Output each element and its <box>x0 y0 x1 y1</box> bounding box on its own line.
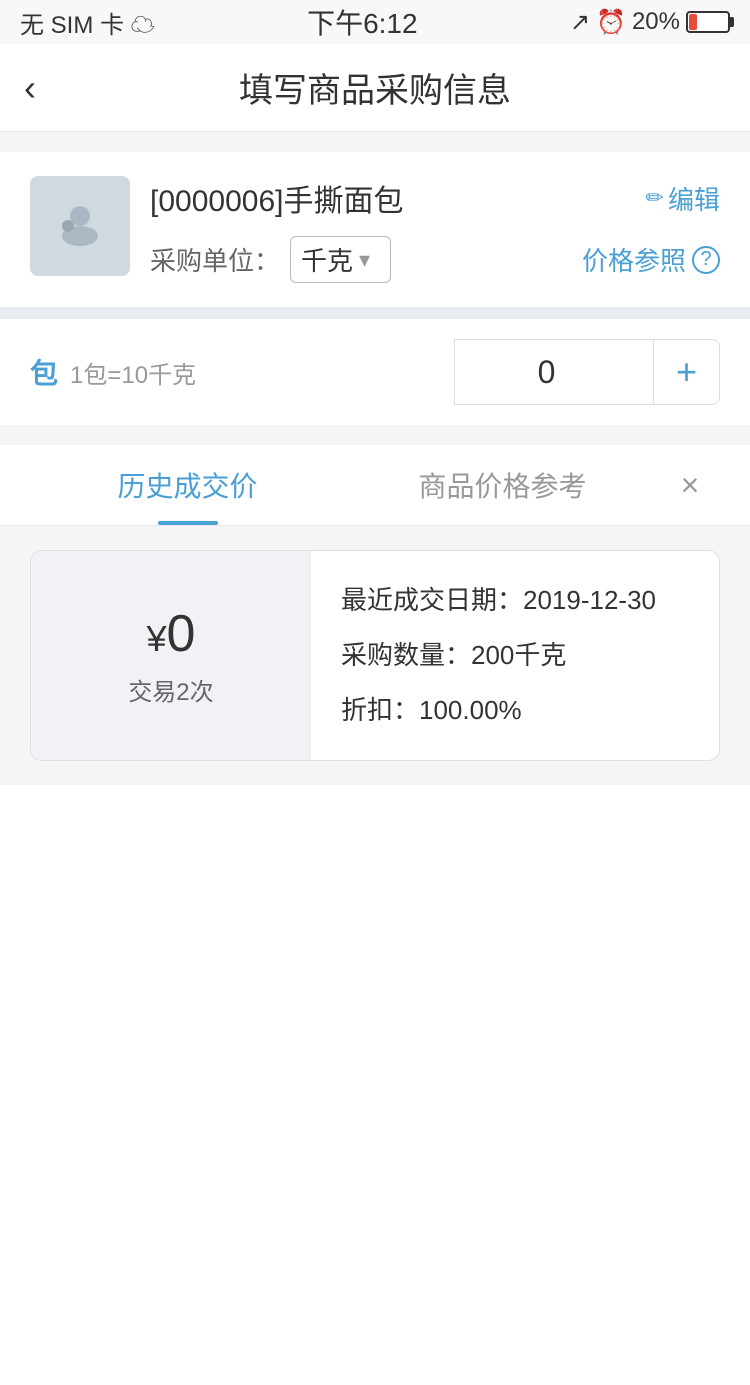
help-icon: ? <box>692 246 720 274</box>
section-divider <box>0 307 750 319</box>
recent-date-label: 最近成交日期： <box>341 585 523 615</box>
alarm-icon: ⏰ <box>596 8 626 37</box>
unit-conversion: 1包=10千克 <box>70 355 196 390</box>
tab-underline <box>158 521 218 525</box>
price-card: ¥0 交易2次 最近成交日期：2019-12-30 采购数量：200千克 折扣：… <box>30 550 720 761</box>
tab-price-reference[interactable]: 商品价格参考 <box>345 445 660 525</box>
price-left-panel: ¥0 交易2次 <box>31 551 311 760</box>
purchase-qty-label: 采购数量： <box>341 640 471 670</box>
signal-text: 无 SIM 卡 ☁ <box>20 5 155 40</box>
tab-close-button[interactable]: × <box>660 445 720 525</box>
location-icon: ↗ <box>570 8 590 37</box>
quantity-input[interactable] <box>454 339 654 405</box>
edit-label: 编辑 <box>668 180 720 217</box>
price-right-panel: 最近成交日期：2019-12-30 采购数量：200千克 折扣：100.00% <box>311 551 719 760</box>
discount-value: 100.00% <box>419 695 522 725</box>
product-name: [0000006]手撕面包 <box>150 176 403 220</box>
recent-date-value: 2019-12-30 <box>523 585 656 615</box>
tab-history-price[interactable]: 历史成交价 <box>30 445 345 525</box>
discount-row: 折扣：100.00% <box>341 691 689 730</box>
back-button[interactable]: ‹ <box>24 67 36 109</box>
status-time: 下午6:12 <box>307 2 418 42</box>
recent-date-row: 最近成交日期：2019-12-30 <box>341 581 689 620</box>
page-title: 填写商品采购信息 <box>239 63 511 112</box>
unit-info: 包 1包=10千克 <box>30 352 196 392</box>
battery-icon <box>686 11 730 33</box>
product-info: [0000006]手撕面包 ✏ 编辑 采购单位： 千克 价格参照 ? <box>150 176 720 283</box>
quantity-input-group: + <box>454 339 720 405</box>
tab-bar: 历史成交价 商品价格参考 × <box>0 445 750 526</box>
nav-bar: ‹ 填写商品采购信息 <box>0 44 750 132</box>
edit-icon: ✏ <box>646 185 664 211</box>
unit-icon: 包 <box>30 352 58 392</box>
purchase-qty-row: 采购数量：200千克 <box>341 636 689 675</box>
discount-label: 折扣： <box>341 695 419 725</box>
product-image <box>30 176 130 276</box>
currency-symbol: ¥ <box>147 618 167 659</box>
price-section: ¥0 交易2次 最近成交日期：2019-12-30 采购数量：200千克 折扣：… <box>0 526 750 785</box>
edit-button[interactable]: ✏ 编辑 <box>646 180 720 217</box>
purchase-qty-value: 200千克 <box>471 640 566 670</box>
unit-label: 采购单位： 千克 <box>150 236 391 283</box>
status-right: ↗ ⏰ 20% <box>570 8 730 37</box>
price-ref-label: 价格参照 <box>582 241 686 278</box>
status-left: 无 SIM 卡 ☁ <box>20 5 155 40</box>
trade-count: 交易2次 <box>128 672 213 707</box>
status-bar: 无 SIM 卡 ☁ 下午6:12 ↗ ⏰ 20% <box>0 0 750 44</box>
quantity-plus-button[interactable]: + <box>654 339 720 405</box>
price-ref-button[interactable]: 价格参照 ? <box>582 241 720 278</box>
page-rest <box>0 785 750 1385</box>
product-card: [0000006]手撕面包 ✏ 编辑 采购单位： 千克 价格参照 ? <box>0 152 750 307</box>
battery-text: 20% <box>632 8 680 36</box>
product-header: [0000006]手撕面包 ✏ 编辑 <box>150 176 720 220</box>
product-unit-row: 采购单位： 千克 价格参照 ? <box>150 236 720 283</box>
price-amount: ¥0 <box>147 604 196 664</box>
unit-select[interactable]: 千克 <box>290 236 391 283</box>
quantity-row: 包 1包=10千克 + <box>0 319 750 425</box>
